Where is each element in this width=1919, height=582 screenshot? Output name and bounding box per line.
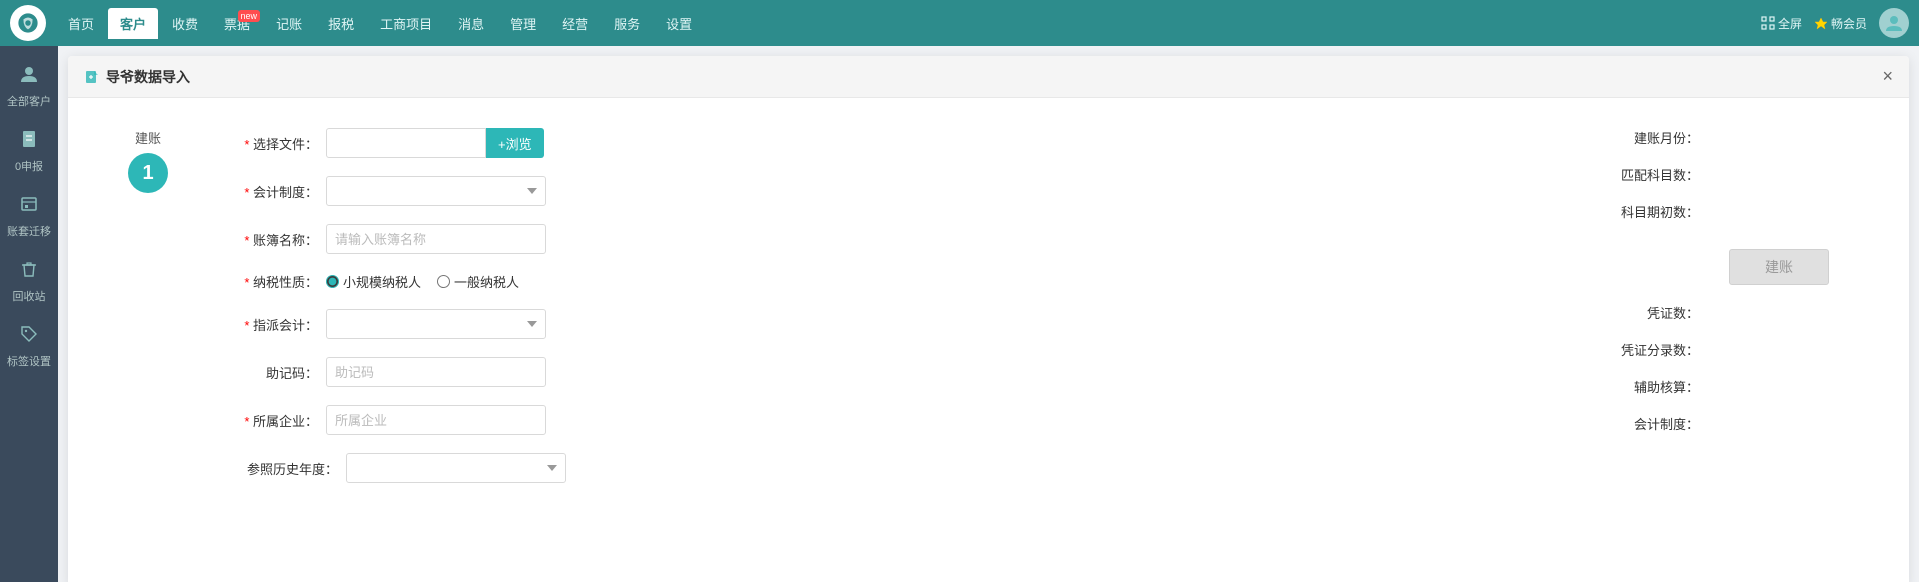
small-taxpayer-label: 小规模纳税人 bbox=[343, 272, 421, 291]
assign-accountant-row: 指派会计： bbox=[228, 309, 1569, 339]
nav-item-fees[interactable]: 收费 bbox=[160, 8, 210, 39]
accounting-system-label: 会计制度： bbox=[228, 182, 318, 201]
initial-balance-label: 科目期初数： bbox=[1609, 202, 1699, 221]
close-button[interactable]: × bbox=[1882, 66, 1893, 87]
voucher-count-label: 凭证数： bbox=[1609, 303, 1699, 322]
dialog-header: 导爷数据导入 × bbox=[68, 56, 1909, 98]
sidebar-item-all-customers[interactable]: 全部客户 bbox=[0, 56, 58, 117]
general-taxpayer-label: 一般纳税人 bbox=[454, 272, 519, 291]
step-section: 建账 1 bbox=[128, 128, 168, 501]
match-subjects-row: 匹配科目数： bbox=[1609, 165, 1849, 184]
tax-type-row: 纳税性质： 小规模纳税人 一般纳税人 bbox=[228, 272, 1569, 291]
auxiliary-accounting-label: 辅助核算： bbox=[1609, 377, 1699, 396]
build-account-button[interactable]: 建账 bbox=[1729, 249, 1829, 285]
step-label: 建账 bbox=[135, 128, 161, 147]
nav-item-invoices[interactable]: 票据 new bbox=[212, 8, 262, 39]
recycle-icon bbox=[19, 259, 39, 284]
affiliated-company-row: 所属企业： bbox=[228, 405, 1569, 435]
nav-item-operations[interactable]: 经营 bbox=[550, 8, 600, 39]
reference-year-select[interactable] bbox=[346, 453, 566, 483]
sidebar-item-tags-label: 标签设置 bbox=[7, 353, 51, 369]
voucher-count-row: 凭证数： bbox=[1609, 303, 1849, 322]
memo-code-row: 助记码： bbox=[228, 357, 1569, 387]
general-taxpayer-radio[interactable] bbox=[437, 275, 450, 288]
sidebar-item-recycle-label: 回收站 bbox=[13, 288, 46, 304]
accounting-system-row: 会计制度： bbox=[228, 176, 1569, 206]
nav-item-bookkeeping[interactable]: 记账 bbox=[264, 8, 314, 39]
sidebar-item-migration[interactable]: 账套迁移 bbox=[0, 186, 58, 247]
sidebar-item-tags[interactable]: 标签设置 bbox=[0, 316, 58, 377]
auxiliary-accounting-row: 辅助核算： bbox=[1609, 377, 1849, 396]
declaration-icon bbox=[19, 129, 39, 154]
file-input-group: +浏览 bbox=[326, 128, 544, 158]
layout: 全部客户 0申报 账套迁移 bbox=[0, 46, 1919, 582]
nav-item-business[interactable]: 工商项目 bbox=[368, 8, 444, 39]
ledger-name-label: 账簿名称： bbox=[228, 230, 318, 249]
voucher-entries-row: 凭证分录数： bbox=[1609, 340, 1849, 359]
sidebar-item-recycle[interactable]: 回收站 bbox=[0, 251, 58, 312]
top-nav: 首页 客户 收费 票据 new 记账 报税 工商项目 消息 管理 经营 服务 设… bbox=[0, 0, 1919, 46]
nav-item-messages[interactable]: 消息 bbox=[446, 8, 496, 39]
nav-items: 首页 客户 收费 票据 new 记账 报税 工商项目 消息 管理 经营 服务 设… bbox=[56, 8, 1761, 39]
sidebar-item-declaration-label: 0申报 bbox=[15, 158, 43, 174]
select-file-label: 选择文件： bbox=[228, 134, 318, 153]
initial-balance-row: 科目期初数： bbox=[1609, 202, 1849, 221]
sidebar: 全部客户 0申报 账套迁移 bbox=[0, 46, 58, 582]
sidebar-item-declaration[interactable]: 0申报 bbox=[0, 121, 58, 182]
sidebar-item-all-customers-label: 全部客户 bbox=[7, 93, 51, 109]
tax-type-label: 纳税性质： bbox=[228, 272, 318, 291]
info-section: 建账月份： 匹配科目数： 科目期初数： 建账 凭证 bbox=[1609, 128, 1849, 501]
nav-item-tax[interactable]: 报税 bbox=[316, 8, 366, 39]
assign-accountant-select[interactable] bbox=[326, 309, 546, 339]
new-badge: new bbox=[238, 10, 261, 23]
dialog: 导爷数据导入 × 建账 1 选择文件： +浏览 bbox=[68, 56, 1909, 582]
affiliated-company-input[interactable] bbox=[326, 405, 546, 435]
all-customers-icon bbox=[19, 64, 39, 89]
build-month-label: 建账月份： bbox=[1609, 128, 1699, 147]
tax-type-radio-group: 小规模纳税人 一般纳税人 bbox=[326, 272, 519, 291]
assign-accountant-label: 指派会计： bbox=[228, 315, 318, 334]
accounting-system-select[interactable] bbox=[326, 176, 546, 206]
ledger-name-row: 账簿名称： bbox=[228, 224, 1569, 254]
fullscreen-button[interactable]: 全屏 bbox=[1761, 15, 1802, 32]
info-accounting-system-row: 会计制度： bbox=[1609, 414, 1849, 433]
memo-code-label: 助记码： bbox=[228, 363, 318, 382]
select-file-row: 选择文件： +浏览 bbox=[228, 128, 1569, 158]
small-taxpayer-option[interactable]: 小规模纳税人 bbox=[326, 272, 421, 291]
nav-item-management[interactable]: 管理 bbox=[498, 8, 548, 39]
fullscreen-label: 全屏 bbox=[1778, 15, 1802, 32]
small-taxpayer-radio[interactable] bbox=[326, 275, 339, 288]
migration-icon bbox=[19, 194, 39, 219]
vip-button[interactable]: 畅会员 bbox=[1814, 15, 1867, 32]
dialog-body: 建账 1 选择文件： +浏览 会计制度： bbox=[68, 98, 1909, 531]
nav-item-home[interactable]: 首页 bbox=[56, 8, 106, 39]
logo[interactable] bbox=[10, 5, 46, 41]
main-content: 导爷数据导入 × 建账 1 选择文件： +浏览 bbox=[58, 46, 1919, 582]
sidebar-item-migration-label: 账套迁移 bbox=[7, 223, 51, 239]
tags-icon bbox=[19, 324, 39, 349]
general-taxpayer-option[interactable]: 一般纳税人 bbox=[437, 272, 519, 291]
select-file-input[interactable] bbox=[326, 128, 486, 158]
vip-label: 畅会员 bbox=[1831, 15, 1867, 32]
dialog-title: 导爷数据导入 bbox=[84, 67, 190, 87]
import-icon bbox=[84, 69, 100, 85]
reference-year-label: 参照历史年度： bbox=[228, 459, 338, 478]
nav-item-settings[interactable]: 设置 bbox=[654, 8, 704, 39]
nav-item-services[interactable]: 服务 bbox=[602, 8, 652, 39]
affiliated-company-label: 所属企业： bbox=[228, 411, 318, 430]
nav-right: 全屏 畅会员 bbox=[1761, 8, 1909, 38]
browse-button[interactable]: +浏览 bbox=[486, 128, 544, 158]
build-month-row: 建账月份： bbox=[1609, 128, 1849, 147]
reference-year-row: 参照历史年度： bbox=[228, 453, 1569, 483]
step-circle: 1 bbox=[128, 153, 168, 193]
match-subjects-label: 匹配科目数： bbox=[1609, 165, 1699, 184]
info-accounting-system-label: 会计制度： bbox=[1609, 414, 1699, 433]
form-section: 选择文件： +浏览 会计制度： bbox=[228, 128, 1569, 501]
ledger-name-input[interactable] bbox=[326, 224, 546, 254]
memo-code-input[interactable] bbox=[326, 357, 546, 387]
nav-item-customers[interactable]: 客户 bbox=[108, 8, 158, 39]
user-avatar[interactable] bbox=[1879, 8, 1909, 38]
voucher-entries-label: 凭证分录数： bbox=[1609, 340, 1699, 359]
